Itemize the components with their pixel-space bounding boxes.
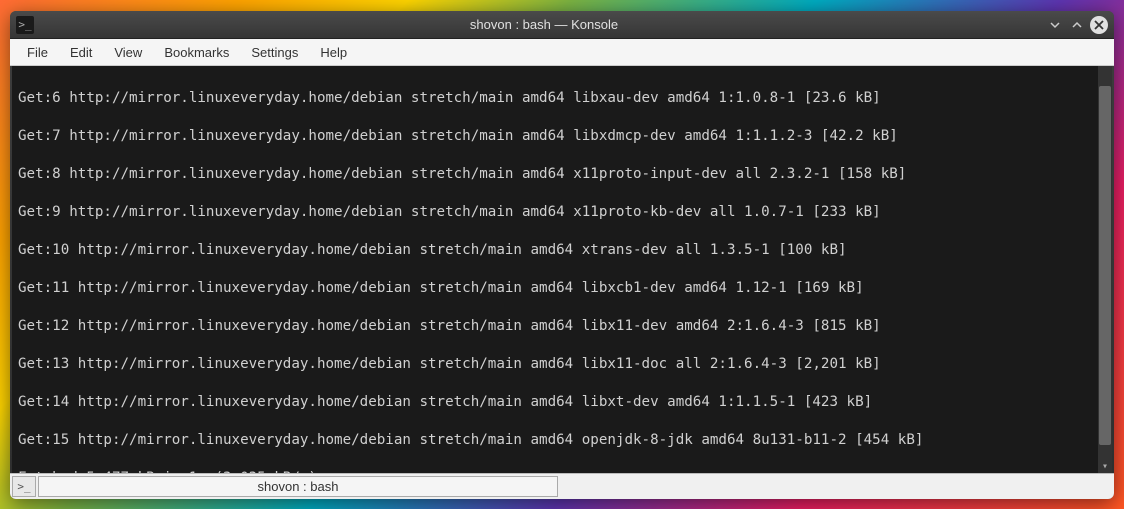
close-icon bbox=[1094, 20, 1104, 30]
minimize-button[interactable] bbox=[1046, 16, 1064, 34]
scrollbar[interactable]: ▾ bbox=[1098, 66, 1112, 473]
menu-edit[interactable]: Edit bbox=[59, 41, 103, 64]
menu-help[interactable]: Help bbox=[309, 41, 358, 64]
tab-icon[interactable]: >_ bbox=[12, 476, 36, 497]
terminal-line: Get:9 http://mirror.linuxeveryday.home/d… bbox=[18, 203, 1106, 222]
terminal-line: Fetched 5,477 kB in 1s (3,035 kB/s) bbox=[18, 469, 1106, 473]
menu-view[interactable]: View bbox=[103, 41, 153, 64]
terminal-line: Get:11 http://mirror.linuxeveryday.home/… bbox=[18, 279, 1106, 298]
window-controls bbox=[1046, 16, 1108, 34]
close-button[interactable] bbox=[1090, 16, 1108, 34]
terminal-line: Get:8 http://mirror.linuxeveryday.home/d… bbox=[18, 165, 1106, 184]
maximize-button[interactable] bbox=[1068, 16, 1086, 34]
menu-settings[interactable]: Settings bbox=[240, 41, 309, 64]
tab-active[interactable]: shovon : bash bbox=[38, 476, 558, 497]
window-title: shovon : bash — Konsole bbox=[42, 17, 1046, 32]
chevron-down-icon bbox=[1049, 19, 1061, 31]
terminal-line: Get:15 http://mirror.linuxeveryday.home/… bbox=[18, 431, 1106, 450]
terminal-output[interactable]: Get:6 http://mirror.linuxeveryday.home/d… bbox=[12, 66, 1112, 473]
terminal-line: Get:6 http://mirror.linuxeveryday.home/d… bbox=[18, 89, 1106, 108]
scrollbar-down-icon[interactable]: ▾ bbox=[1099, 461, 1111, 473]
chevron-up-icon bbox=[1071, 19, 1083, 31]
titlebar[interactable]: >_ shovon : bash — Konsole bbox=[10, 11, 1114, 39]
terminal-line: Get:10 http://mirror.linuxeveryday.home/… bbox=[18, 241, 1106, 260]
terminal-line: Get:12 http://mirror.linuxeveryday.home/… bbox=[18, 317, 1106, 336]
menu-bookmarks[interactable]: Bookmarks bbox=[153, 41, 240, 64]
konsole-window: >_ shovon : bash — Konsole File Edit Vie… bbox=[10, 11, 1114, 499]
terminal-line: Get:14 http://mirror.linuxeveryday.home/… bbox=[18, 393, 1106, 412]
tab-bar: >_ shovon : bash bbox=[10, 473, 1114, 499]
scrollbar-thumb[interactable] bbox=[1099, 86, 1111, 444]
terminal-line: Get:7 http://mirror.linuxeveryday.home/d… bbox=[18, 127, 1106, 146]
menu-file[interactable]: File bbox=[16, 41, 59, 64]
menubar: File Edit View Bookmarks Settings Help bbox=[10, 39, 1114, 66]
terminal-line: Get:13 http://mirror.linuxeveryday.home/… bbox=[18, 355, 1106, 374]
app-icon: >_ bbox=[16, 16, 34, 34]
